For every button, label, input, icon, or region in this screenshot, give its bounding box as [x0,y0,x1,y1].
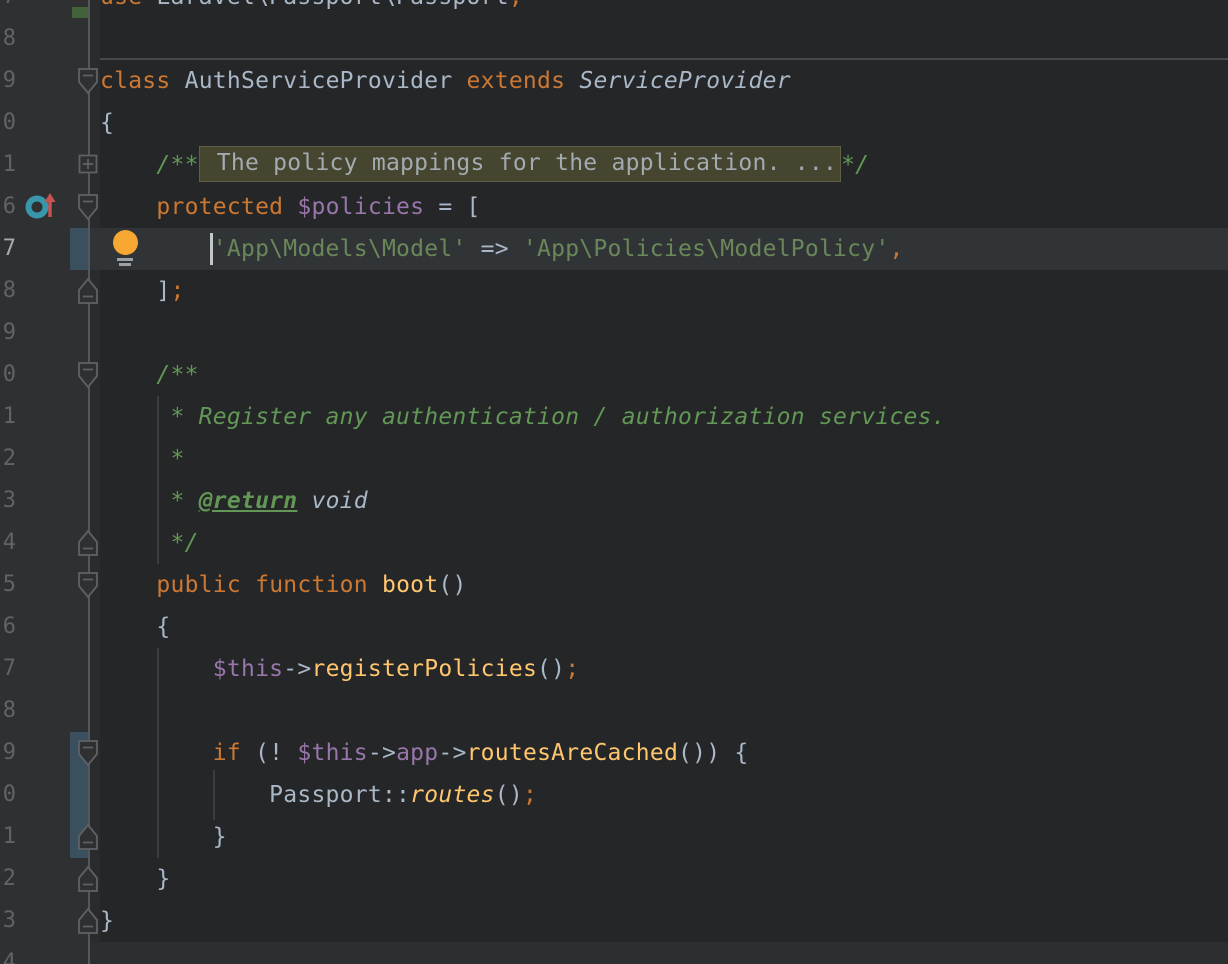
line-number[interactable]: 2 [0,438,16,480]
fold-marker-icon[interactable] [75,529,101,561]
line-number[interactable]: 7 [0,228,16,270]
line-number[interactable]: 3 [0,480,16,522]
code-text: protected $policies = [ [156,194,481,220]
lightbulb-base-icon [119,263,131,266]
fold-marker-icon[interactable] [75,361,101,393]
code-line[interactable]: 9 if (! $this->app->routesAreCached()) { [0,732,1228,774]
line-number[interactable]: 8 [0,690,16,732]
code-line[interactable]: 3 * @return void [0,480,1228,522]
vcs-change-marker-modified[interactable] [70,774,88,816]
line-number[interactable]: 9 [0,312,16,354]
code-text: use Laravel\Passport\Passport; [100,0,523,18]
code-line[interactable]: 1 * Register any authentication / author… [0,396,1228,438]
code-line[interactable]: 8 [0,18,1228,60]
fold-marker-icon[interactable] [75,907,101,939]
code-text: { [100,614,171,640]
line-number[interactable]: 1 [0,144,16,186]
folded-text-placeholder[interactable]: The policy mappings for the application.… [198,145,842,182]
code-line[interactable]: 7 $this->registerPolicies(); [0,648,1228,690]
code-text: */ [100,530,199,556]
code-text: * Register any authentication / authoriz… [100,404,946,430]
line-number[interactable]: 2 [0,858,16,900]
fold-marker-icon[interactable] [75,823,101,855]
code-line[interactable]: 5 public function boot() [0,564,1228,606]
line-number[interactable]: 0 [0,774,16,816]
override-up-icon[interactable] [24,190,58,228]
fold-marker-icon[interactable] [75,277,101,309]
code-text: * @return void [100,488,368,514]
vcs-change-marker-added[interactable] [72,7,88,18]
code-text: 'App\Models\Model' => 'App\Policies\Mode… [212,236,904,262]
code-line[interactable]: 8 [0,690,1228,732]
line-number[interactable]: 9 [0,60,16,102]
code-text: public function boot() [156,572,467,598]
line-number[interactable]: 5 [0,564,16,606]
line-number[interactable]: 8 [0,270,16,312]
code-line[interactable]: 4 [0,942,1228,964]
code-line[interactable]: 9 class AuthServiceProvider extends Servi… [0,58,1228,102]
code-line[interactable]: 7 'App\Models\Model' => 'App\Policies\Mo… [0,228,1228,270]
line-number[interactable]: 7 [0,648,16,690]
code-line[interactable]: 3} [0,900,1228,942]
code-text: $this->registerPolicies(); [212,656,580,682]
code-text: if (! $this->app->routesAreCached()) { [212,740,749,766]
line-number[interactable]: 6 [0,606,16,648]
code-text: Passport::routes(); [269,782,538,808]
code-line[interactable]: 1 } [0,816,1228,858]
fold-marker-icon[interactable] [75,571,101,603]
code-text: } [100,908,115,934]
code-line[interactable]: 0{ [0,102,1228,144]
code-text: { [100,110,115,136]
code-line[interactable]: 1 /** The policy mappings for the applic… [0,144,1228,186]
code-text: class AuthServiceProvider extends Servic… [100,68,791,94]
code-line[interactable]: 7 use Laravel\Passport\Passport; [0,0,1228,18]
code-text: * [100,446,185,472]
fold-marker-icon[interactable] [75,865,101,897]
line-number[interactable]: 4 [0,942,16,964]
line-number[interactable]: 4 [0,522,16,564]
code-line[interactable]: 6 protected $policies = [ [0,186,1228,228]
line-number[interactable]: 1 [0,816,16,858]
line-number[interactable]: 0 [0,102,16,144]
code-text: /** The policy mappings for the applicat… [100,144,869,186]
intention-lightbulb-icon[interactable] [113,230,138,255]
code-text: } [100,824,227,850]
fold-marker-icon[interactable] [75,193,101,225]
code-line[interactable]: 0 /** [0,354,1228,396]
line-number[interactable]: 3 [0,900,16,942]
code-line[interactable]: 2 * [0,438,1228,480]
code-line[interactable]: 9 [0,312,1228,354]
fold-marker-icon[interactable] [75,67,101,99]
code-line[interactable]: 4 */ [0,522,1228,564]
code-line[interactable]: 2 } [0,858,1228,900]
line-number[interactable]: 6 [0,186,16,228]
code-editor-pane: 7use Laravel\Passport\Passport;89class A… [0,0,1228,964]
code-line[interactable]: 6 { [0,606,1228,648]
line-number[interactable]: 0 [0,354,16,396]
line-number[interactable]: 1 [0,396,16,438]
line-number[interactable]: 9 [0,732,16,774]
code-line[interactable]: 8 ]; [0,270,1228,312]
line-number[interactable]: 8 [0,18,16,60]
code-line[interactable]: 0 Passport::routes(); [0,774,1228,816]
code-text: /** [156,362,199,388]
line-number[interactable]: 7 [0,0,16,18]
code-text: } [100,866,171,892]
code-text: ]; [100,278,185,304]
fold-marker-icon[interactable] [75,739,101,771]
fold-collapsed-marker-icon[interactable] [75,151,101,183]
text-caret [210,233,213,265]
vcs-change-marker-modified[interactable] [70,228,88,270]
lightbulb-base-icon [117,258,133,261]
